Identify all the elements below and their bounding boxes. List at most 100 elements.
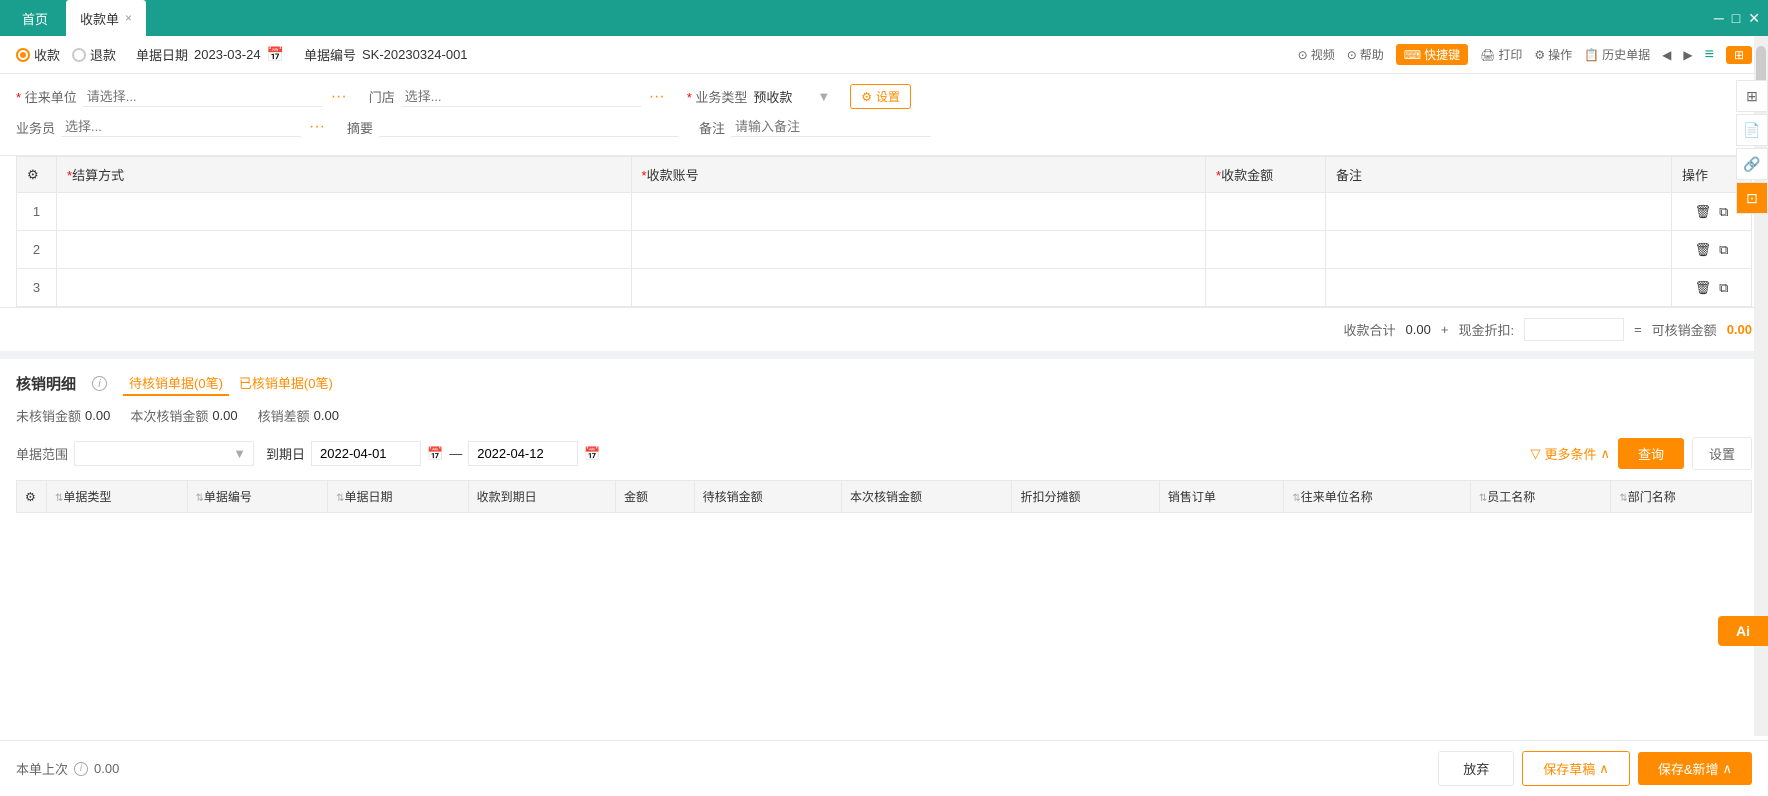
uncanceled-stat: 未核销金额 0.00 xyxy=(16,406,110,425)
row-1-delete-icon[interactable]: 🗑 xyxy=(1695,204,1712,220)
remark-input[interactable] xyxy=(731,117,931,137)
window-minimize-icon[interactable]: ─ xyxy=(1714,10,1724,26)
row-3-amount[interactable] xyxy=(1206,269,1326,307)
row-3-account[interactable] xyxy=(631,269,1206,307)
row-3-index: 3 xyxy=(17,269,57,307)
store-field: 门店 ··· xyxy=(369,87,667,107)
done-tab[interactable]: 已核销单据(0笔) xyxy=(233,371,339,396)
video-btn[interactable]: ⊙ 视频 xyxy=(1298,46,1335,63)
row-3-remark[interactable] xyxy=(1326,269,1672,307)
summary-label: 摘要 xyxy=(347,118,373,137)
reconcile-settings-btn[interactable]: 设置 xyxy=(1692,437,1752,470)
col-discount-header: 折扣分摊额 xyxy=(1012,481,1159,513)
row-1-remark[interactable] xyxy=(1326,193,1672,231)
toolbar-right: ⊙ 视频 ⊙ 帮助 ⌨ 快捷键 🖨 打印 ⚙ 操作 📋 历史单据 xyxy=(1298,44,1752,65)
row-2-settlement[interactable] xyxy=(57,231,632,269)
right-panel-table-icon[interactable]: ⊞ xyxy=(1736,80,1768,112)
row-1-copy-icon[interactable]: ⧉ xyxy=(1719,204,1728,220)
window-close-icon[interactable]: ✕ xyxy=(1748,10,1760,27)
col-settings-header[interactable]: ⚙ xyxy=(17,157,57,193)
total-label: 收款合计 xyxy=(1344,320,1396,339)
operation-label: 操作 xyxy=(1548,46,1572,63)
business-type-select[interactable]: 预收款 ▼ xyxy=(753,87,830,106)
row-3-delete-icon[interactable]: 🗑 xyxy=(1695,280,1712,296)
this-order-value: 0.00 xyxy=(94,761,119,776)
col-date-header: ⇅单据日期 xyxy=(328,481,469,513)
abandon-btn[interactable]: 放弃 xyxy=(1438,751,1514,786)
calendar-icon[interactable]: 📅 xyxy=(267,46,284,63)
save-new-btn[interactable]: 保存&新增 ∧ xyxy=(1638,752,1752,785)
date-field: 单据日期 2023-03-24 📅 xyxy=(136,45,284,64)
right-panel: ⊞ 📄 🔗 ⊡ xyxy=(1736,80,1768,214)
bill-no-field: 单据编号 SK-20230324-001 xyxy=(304,45,468,64)
row-1-amount[interactable] xyxy=(1206,193,1326,231)
right-panel-expand-icon[interactable]: ⊡ xyxy=(1736,182,1768,214)
counterpart-more-btn[interactable]: ··· xyxy=(329,88,349,106)
history-label: 历史单据 xyxy=(1602,46,1650,63)
business-type-dropdown-icon: ▼ xyxy=(817,89,830,104)
video-label: 视频 xyxy=(1311,46,1335,63)
row-2-account[interactable] xyxy=(631,231,1206,269)
row-3-settlement[interactable] xyxy=(57,269,632,307)
remark-field: 备注 xyxy=(699,117,931,137)
radio-refund[interactable]: 退款 xyxy=(72,45,116,64)
diff-value: 0.00 xyxy=(314,408,339,423)
save-draft-chevron-icon: ∧ xyxy=(1599,761,1609,777)
operation-icon: ⚙ xyxy=(1534,48,1545,62)
query-btn[interactable]: 查询 xyxy=(1618,438,1684,469)
row-3-copy-icon[interactable]: ⧉ xyxy=(1719,280,1728,296)
staff-more-btn[interactable]: ··· xyxy=(307,118,327,136)
right-panel-link-icon[interactable]: 🔗 xyxy=(1736,148,1768,180)
store-more-btn[interactable]: ··· xyxy=(647,88,667,106)
shortcut-btn[interactable]: ⌨ 快捷键 xyxy=(1396,44,1468,65)
tab-receipt[interactable]: 收款单 × xyxy=(66,0,146,36)
range-select[interactable] xyxy=(74,441,254,466)
radio-receive-circle xyxy=(16,48,30,62)
row-2-copy-icon[interactable]: ⧉ xyxy=(1719,242,1728,258)
operation-btn[interactable]: ⚙ 操作 xyxy=(1534,46,1572,63)
save-draft-btn[interactable]: 保存草稿 ∧ xyxy=(1522,751,1630,786)
menu-icon[interactable]: ≡ xyxy=(1705,46,1714,64)
discount-input[interactable] xyxy=(1524,318,1624,341)
ai-badge[interactable]: Ai xyxy=(1718,616,1768,646)
filter-right: ▽ 更多条件 ∧ 查询 设置 xyxy=(1530,437,1752,470)
row-1-account[interactable] xyxy=(631,193,1206,231)
help-label: 帮助 xyxy=(1360,46,1384,63)
row-1-settlement[interactable] xyxy=(57,193,632,231)
reconcile-header: 核销明细 i 待核销单据(0笔) 已核销单据(0笔) xyxy=(16,371,1752,396)
cal-to-icon[interactable]: 📅 xyxy=(584,446,600,462)
settings-icon-bottom[interactable]: ⚙ xyxy=(25,490,36,504)
counterpart-input[interactable] xyxy=(83,87,323,107)
tab-home[interactable]: 首页 xyxy=(8,0,62,36)
nav-next-icon[interactable]: ▶ xyxy=(1683,48,1692,62)
shortcut-label: 快捷键 xyxy=(1424,46,1460,63)
print-btn[interactable]: 🖨 打印 xyxy=(1480,46,1522,63)
nav-prev-icon[interactable]: ◀ xyxy=(1662,48,1671,62)
pending-tab[interactable]: 待核销单据(0笔) xyxy=(123,371,229,396)
date-to-input[interactable] xyxy=(468,441,578,466)
row-2-delete-icon[interactable]: 🗑 xyxy=(1695,242,1712,258)
row-2-remark[interactable] xyxy=(1326,231,1672,269)
right-panel-doc-icon[interactable]: 📄 xyxy=(1736,114,1768,146)
tab-close-icon[interactable]: × xyxy=(125,11,132,25)
staff-input[interactable] xyxy=(61,117,301,137)
table-area: ⚙ *结算方式 *收款账号 *收款金额 备注 操作 xyxy=(0,156,1768,307)
reconcile-info-icon[interactable]: i xyxy=(92,376,107,391)
counterpart-label: * 往来单位 xyxy=(16,87,77,106)
more-filters-btn[interactable]: ▽ 更多条件 ∧ xyxy=(1530,444,1610,463)
row-2-amount[interactable] xyxy=(1206,231,1326,269)
radio-receive[interactable]: 收款 xyxy=(16,45,60,64)
help-btn[interactable]: ⊙ 帮助 xyxy=(1347,46,1384,63)
history-icon: 📋 xyxy=(1584,48,1599,62)
setting-btn-label: 设置 xyxy=(876,88,900,105)
cal-from-icon[interactable]: 📅 xyxy=(427,446,443,462)
store-input[interactable] xyxy=(401,87,641,107)
history-btn[interactable]: 📋 历史单据 xyxy=(1584,46,1650,63)
date-from-input[interactable] xyxy=(311,441,421,466)
form-setting-btn[interactable]: ⚙ 设置 xyxy=(850,84,911,109)
ai-label: Ai xyxy=(1736,623,1750,639)
summary-input[interactable] xyxy=(379,117,679,137)
window-maximize-icon[interactable]: □ xyxy=(1732,10,1740,26)
table-row: 2 🗑 ⧉ xyxy=(17,231,1752,269)
expand-icon[interactable]: ⊞ xyxy=(1726,46,1752,64)
